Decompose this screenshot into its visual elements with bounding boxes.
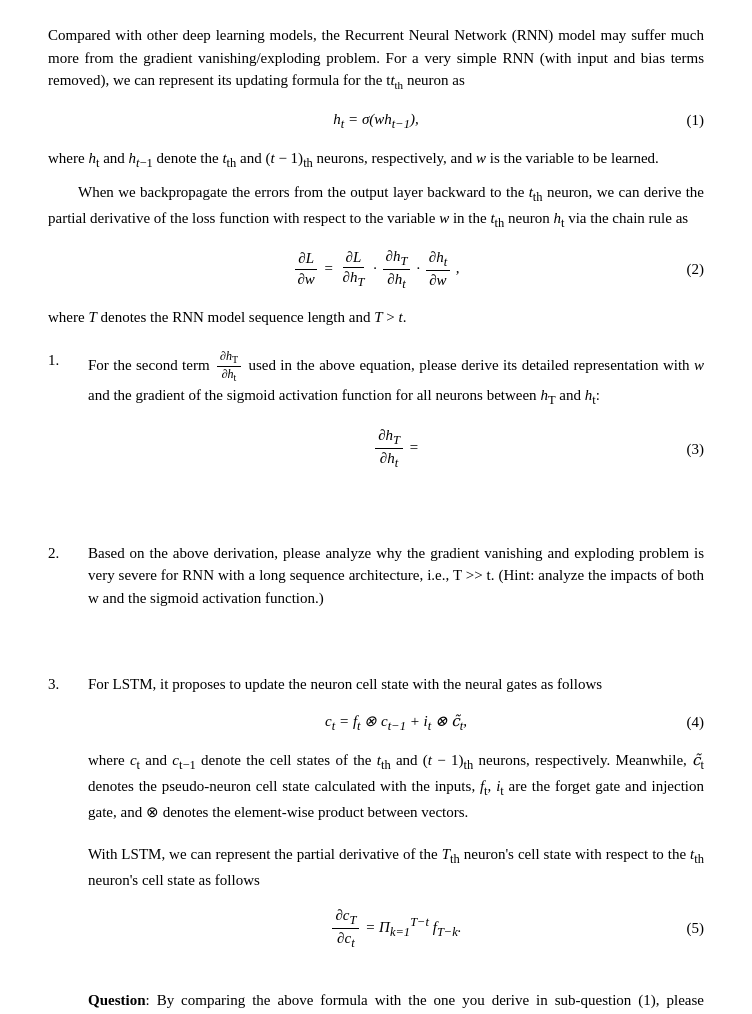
- question-3: 3. For LSTM, it proposes to update the n…: [48, 673, 704, 1014]
- eq2-number: (2): [687, 258, 705, 281]
- equation-4: ct = ft ⊗ ct−1 + it ⊗ c̃t, (4): [88, 710, 704, 736]
- eq3-number: (3): [687, 438, 705, 461]
- q3-content: For LSTM, it proposes to update the neur…: [88, 673, 704, 1014]
- equation-5: ∂cT ∂ct = Πk=1T−t fT−k. (5): [88, 906, 704, 952]
- question-1: 1. For the second term ∂hT ∂ht used in t…: [48, 349, 704, 486]
- q1-content: For the second term ∂hT ∂ht used in the …: [88, 349, 704, 486]
- intro-para1: Compared with other deep learning models…: [48, 24, 704, 94]
- main-content: Compared with other deep learning models…: [48, 24, 704, 1014]
- intro-para4: where T denotes the RNN model sequence l…: [48, 306, 704, 329]
- q3-number: 3.: [48, 673, 88, 1014]
- eq4-number: (4): [687, 711, 705, 734]
- q1-number: 1.: [48, 349, 88, 486]
- intro-para3: When we backpropagate the errors from th…: [48, 181, 704, 233]
- eq5-number: (5): [687, 917, 705, 940]
- eq1-number: (1): [687, 109, 705, 132]
- q3-question: Question: By comparing the above formula…: [88, 989, 704, 1014]
- q2-number: 2.: [48, 542, 88, 618]
- equation-1: ht = σ(wht−1), (1): [48, 108, 704, 134]
- equation-3: ∂hT ∂ht = (3): [88, 426, 704, 472]
- equation-2: ∂L ∂w = ∂L ∂hT · ∂hT ∂ht · ∂ht ∂w , (2): [48, 247, 704, 293]
- question-2: 2. Based on the above derivation, please…: [48, 542, 704, 618]
- intro-para2: where ht and ht−1 denote the tth and (t …: [48, 147, 704, 173]
- q2-content: Based on the above derivation, please an…: [88, 542, 704, 618]
